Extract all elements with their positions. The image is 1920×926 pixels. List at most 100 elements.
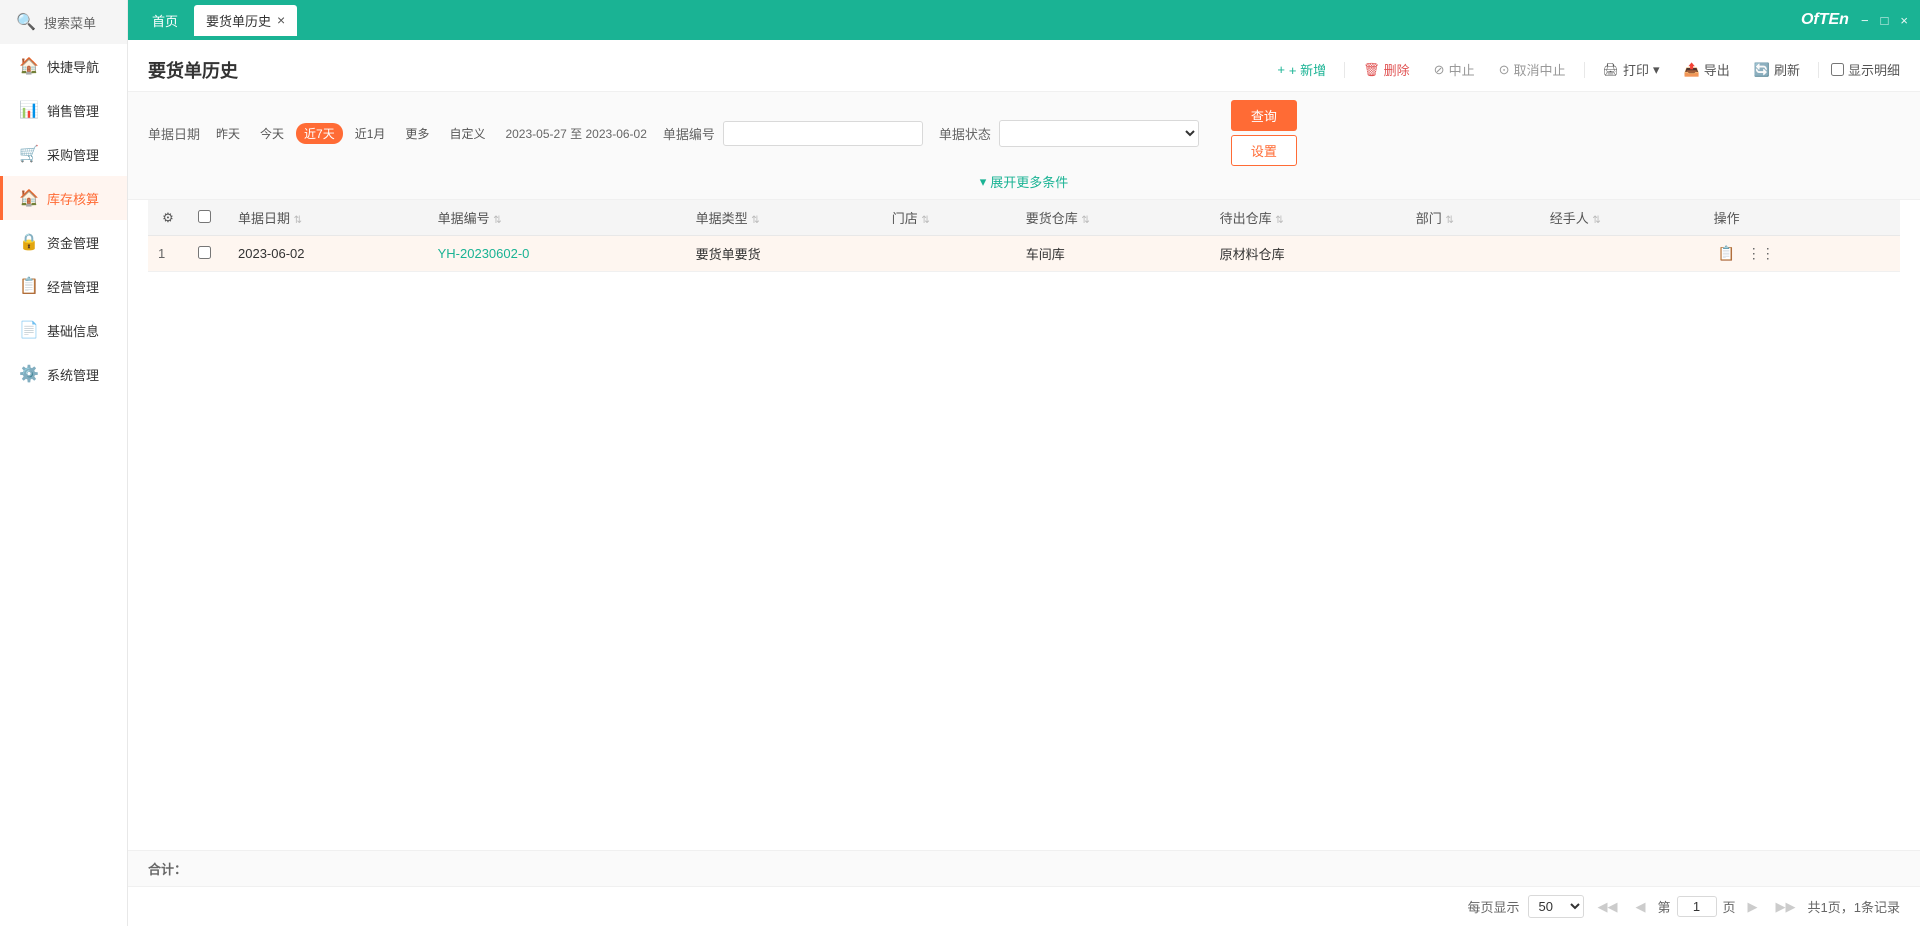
maximize-btn[interactable]: □	[1881, 13, 1889, 28]
page-size-select[interactable]: 50 10 20 100	[1528, 895, 1584, 918]
sort-icon-store[interactable]: ⇅	[921, 215, 929, 226]
tab-home[interactable]: 首页	[140, 5, 190, 36]
footer-total-label: 合计：	[148, 859, 187, 878]
today-btn[interactable]: 今天	[252, 123, 292, 144]
filter-area: 单据日期 昨天 今天 近7天 近1月 更多 自定义 2023-05-27 至 2…	[128, 91, 1920, 200]
sort-icon-req-warehouse[interactable]: ⇅	[1081, 215, 1089, 226]
print-button[interactable]: 🖨 打印 ▾	[1597, 56, 1666, 83]
cart-icon: 🛒	[19, 144, 39, 164]
active-tab-label: 要货单历史	[206, 11, 271, 30]
print-icon: 🖨	[1603, 62, 1620, 78]
status-select[interactable]	[999, 120, 1199, 147]
settings-button[interactable]: 设置	[1231, 135, 1297, 166]
first-page-btn[interactable]: ◀◀	[1592, 897, 1624, 917]
table-header-row: ⚙ 单据日期 ⇅ 单据编号 ⇅ 单据类型	[148, 200, 1900, 236]
more-btn[interactable]: 更多	[397, 123, 437, 144]
tab-active[interactable]: 要货单历史 ×	[194, 5, 297, 36]
sort-icon-order-no[interactable]: ⇅	[493, 215, 501, 226]
page-header: 要货单历史 + + 新增 🗑 删除 ⊘ 中止 ⊙ 取消中止	[128, 40, 1920, 91]
date-range-display: 2023-05-27 至 2023-06-02	[505, 125, 646, 142]
sidebar-item-operations[interactable]: 📋 经营管理	[0, 264, 127, 308]
delete-button[interactable]: 🗑 删除	[1357, 56, 1416, 83]
th-req-warehouse: 要货仓库 ⇅	[1016, 200, 1210, 236]
export-button[interactable]: 📤 导出	[1678, 56, 1736, 83]
minimize-btn[interactable]: −	[1861, 13, 1869, 28]
sidebar-item-base[interactable]: 📄 基础信息	[0, 308, 127, 352]
window-controls: OfTEn − □ ×	[1801, 11, 1908, 29]
display-detail-check[interactable]	[1831, 63, 1844, 76]
sidebar-search[interactable]: 🔍 搜索菜单	[0, 0, 127, 44]
content-area: 要货单历史 + + 新增 🗑 删除 ⊘ 中止 ⊙ 取消中止	[128, 40, 1920, 926]
new-button[interactable]: + + 新增	[1271, 56, 1332, 83]
page-size-label: 每页显示	[1467, 897, 1519, 916]
row-checkbox[interactable]	[198, 246, 211, 259]
divider-1	[1344, 62, 1345, 78]
brand-label: OfTEn	[1801, 11, 1849, 29]
prev-page-btn[interactable]: ◀	[1630, 897, 1652, 917]
order-no-input[interactable]	[723, 121, 923, 146]
th-type-label: 单据类型	[696, 211, 748, 226]
sort-icon-pending-warehouse[interactable]: ⇅	[1275, 215, 1283, 226]
next-page-btn[interactable]: ▶	[1742, 897, 1764, 917]
td-checkbox[interactable]	[188, 236, 228, 272]
sidebar-item-purchase[interactable]: 🛒 采购管理	[0, 132, 127, 176]
main-area: 首页 要货单历史 × OfTEn − □ × 要货单历史 + + 新增	[128, 0, 1920, 926]
chevron-down-icon: ▾	[980, 174, 987, 190]
sort-icon-date[interactable]: ⇅	[294, 215, 302, 226]
page-input[interactable]	[1677, 896, 1717, 917]
custom-btn[interactable]: 自定义	[441, 123, 493, 144]
more-action-icon[interactable]: ⋮⋮	[1743, 243, 1779, 263]
sidebar-item-sales[interactable]: 📊 销售管理	[0, 88, 127, 132]
expand-more-btn[interactable]: ▾ 展开更多条件	[148, 172, 1900, 191]
delete-label: 删除	[1384, 60, 1410, 79]
cancel-stop-button[interactable]: ⊙ 取消中止	[1493, 56, 1572, 83]
page-label-before: 第	[1658, 897, 1671, 916]
lock-icon: 🔒	[19, 232, 39, 252]
query-button[interactable]: 查询	[1231, 100, 1297, 131]
th-date: 单据日期 ⇅	[228, 200, 428, 236]
th-settings[interactable]: ⚙	[148, 200, 188, 236]
sidebar-item-label: 系统管理	[47, 365, 99, 384]
stop-button[interactable]: ⊘ 中止	[1428, 56, 1481, 83]
yesterday-btn[interactable]: 昨天	[208, 123, 248, 144]
refresh-button[interactable]: 🔄 刷新	[1748, 56, 1806, 83]
page-info: 共1页，1条记录	[1808, 897, 1900, 916]
recent7-btn[interactable]: 近7天	[296, 123, 343, 144]
th-handler: 经手人 ⇅	[1540, 200, 1704, 236]
th-dept-label: 部门	[1416, 211, 1442, 226]
table-row: 1 2023-06-02 YH-20230602-0 要货单要货 车间库 原材料…	[148, 236, 1900, 272]
th-order-no-label: 单据编号	[438, 211, 490, 226]
td-order-no: YH-20230602-0	[428, 236, 686, 272]
cancel-stop-icon: ⊙	[1499, 62, 1510, 78]
th-date-label: 单据日期	[238, 211, 290, 226]
table-footer: 合计：	[128, 850, 1920, 886]
edit-action-icon[interactable]: 📋	[1714, 243, 1739, 263]
home-tab-label: 首页	[152, 14, 178, 29]
close-window-btn[interactable]: ×	[1900, 13, 1908, 28]
select-all-checkbox[interactable]	[198, 210, 211, 223]
sidebar-item-finance[interactable]: 🔒 资金管理	[0, 220, 127, 264]
display-detail-checkbox[interactable]: 显示明细	[1831, 60, 1900, 79]
sidebar: 🔍 搜索菜单 🏠 快捷导航 📊 销售管理 🛒 采购管理 🏠 库存核算 🔒 资金管…	[0, 0, 128, 926]
divider-2	[1584, 62, 1585, 78]
close-tab-icon[interactable]: ×	[277, 12, 285, 28]
sidebar-item-quick-nav[interactable]: 🏠 快捷导航	[0, 44, 127, 88]
recent1m-btn[interactable]: 近1月	[347, 123, 394, 144]
expand-label: 展开更多条件	[990, 172, 1068, 191]
refresh-label: 刷新	[1774, 60, 1800, 79]
last-page-btn[interactable]: ▶▶	[1770, 897, 1802, 917]
sidebar-item-label: 经营管理	[47, 277, 99, 296]
sidebar-item-inventory[interactable]: 🏠 库存核算	[0, 176, 127, 220]
sidebar-item-system[interactable]: ⚙️ 系统管理	[0, 352, 127, 396]
page-label-after: 页	[1723, 897, 1736, 916]
topbar: 首页 要货单历史 × OfTEn − □ ×	[128, 0, 1920, 40]
sort-icon-dept[interactable]: ⇅	[1445, 215, 1453, 226]
th-handler-label: 经手人	[1550, 211, 1589, 226]
order-no-label: 单据编号	[663, 124, 715, 143]
order-no-link[interactable]: YH-20230602-0	[438, 246, 530, 261]
print-label: 打印	[1623, 60, 1649, 79]
filter-actions: 查询 设置	[1231, 100, 1297, 166]
sort-icon-type[interactable]: ⇅	[751, 215, 759, 226]
pagination: 每页显示 50 10 20 100 ◀◀ ◀ 第 页 ▶ ▶▶ 共1页，1条记录	[128, 886, 1920, 926]
sort-icon-handler[interactable]: ⇅	[1592, 215, 1600, 226]
